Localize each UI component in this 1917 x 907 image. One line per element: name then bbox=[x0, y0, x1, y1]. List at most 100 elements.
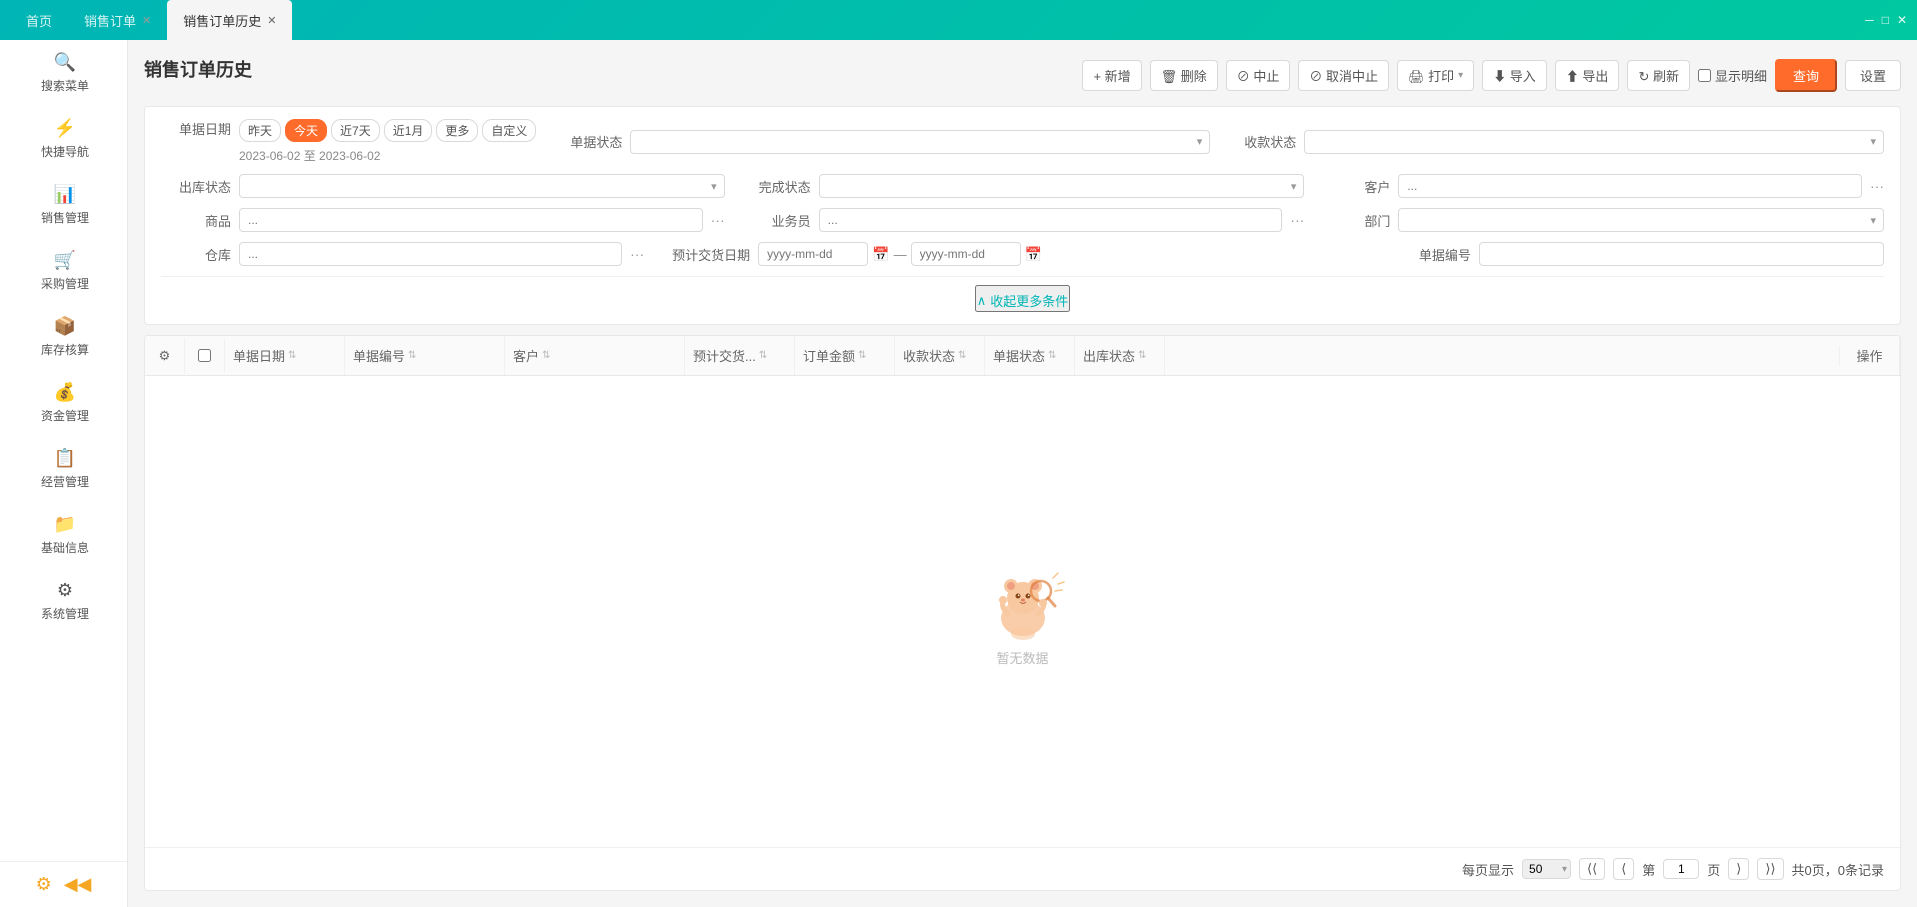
product-label: 商品 bbox=[161, 211, 231, 230]
display-toggle[interactable]: 显示明细 bbox=[1698, 66, 1767, 85]
sidebar-item-finance[interactable]: 💰 资金管理 bbox=[0, 370, 127, 436]
new-button[interactable]: + 新增 bbox=[1082, 60, 1141, 91]
th-ops: 操作 bbox=[1840, 336, 1900, 375]
warehouse-dots-btn[interactable]: ··· bbox=[630, 246, 644, 262]
date-btn-7days[interactable]: 近7天 bbox=[331, 119, 380, 142]
window-minimize[interactable]: ─ bbox=[1865, 13, 1874, 27]
th-amount[interactable]: 订单金额 ⇅ bbox=[795, 336, 895, 375]
client-sort-icon: ⇅ bbox=[542, 350, 550, 361]
sidebar-item-system[interactable]: ⚙ 系统管理 bbox=[0, 568, 127, 634]
th-receipt-status[interactable]: 收款状态 ⇅ bbox=[895, 336, 985, 375]
display-toggle-checkbox[interactable] bbox=[1698, 69, 1711, 82]
sidebar-item-sales[interactable]: 📊 销售管理 bbox=[0, 172, 127, 238]
warehouse-input[interactable] bbox=[239, 242, 622, 266]
out-status-select-wrapper bbox=[239, 174, 725, 198]
cancel-stop-button[interactable]: ⊘ 取消中止 bbox=[1298, 60, 1389, 91]
select-all-checkbox[interactable] bbox=[198, 349, 211, 362]
filter-row-2: 出库状态 完成状态 客户 bbox=[161, 174, 1884, 198]
page-size-select[interactable]: 10 20 50 100 bbox=[1522, 859, 1571, 879]
th-checkbox[interactable] bbox=[185, 339, 225, 372]
out-status-sort-icon: ⇅ bbox=[1138, 350, 1146, 361]
import-button[interactable]: ⬇ 导入 bbox=[1482, 60, 1547, 91]
product-dots-btn[interactable]: ··· bbox=[711, 212, 725, 228]
date-btn-1month[interactable]: 近1月 bbox=[384, 119, 433, 142]
customer-input[interactable] bbox=[1398, 174, 1862, 198]
date-label: 单据日期 bbox=[161, 119, 231, 138]
out-status-select[interactable] bbox=[239, 174, 725, 198]
finance-icon: 💰 bbox=[54, 382, 76, 403]
sidebar-purchase-label: 采购管理 bbox=[41, 275, 89, 292]
date-btn-more[interactable]: 更多 bbox=[436, 119, 478, 142]
window-maximize[interactable]: □ bbox=[1882, 13, 1889, 27]
prev-page-icon: ⟨ bbox=[1621, 861, 1626, 876]
sidebar-item-quick-nav[interactable]: ⚡ 快捷导航 bbox=[0, 106, 127, 172]
th-num[interactable]: 单据编号 ⇅ bbox=[345, 336, 505, 375]
receipt-status-label: 收款状态 bbox=[1226, 132, 1296, 151]
filter-row-1: 单据日期 昨天 今天 近7天 近1月 更多 自定义 2023-06-02 至 2… bbox=[161, 119, 1884, 164]
page-number-input[interactable] bbox=[1663, 859, 1699, 879]
date-sort-icon: ⇅ bbox=[288, 350, 296, 361]
th-settings[interactable]: ⚙ bbox=[145, 338, 185, 374]
page-label: 第 bbox=[1642, 860, 1655, 879]
next-page-btn[interactable]: ⟩ bbox=[1728, 858, 1749, 880]
sidebar-item-operations[interactable]: 📋 经营管理 bbox=[0, 436, 127, 502]
th-delivery[interactable]: 预计交货... ⇅ bbox=[685, 336, 795, 375]
dept-select[interactable] bbox=[1398, 208, 1884, 232]
tab-sales-order-close[interactable]: ✕ bbox=[142, 14, 151, 27]
delivery-date-to-cal[interactable]: 📅 bbox=[1025, 246, 1042, 263]
tab-home[interactable]: 首页 bbox=[10, 0, 68, 40]
window-close[interactable]: ✕ bbox=[1897, 13, 1907, 27]
product-input[interactable] bbox=[239, 208, 703, 232]
complete-status-select-wrapper bbox=[819, 174, 1305, 198]
page-suffix: 页 bbox=[1707, 860, 1720, 879]
delivery-date-from[interactable] bbox=[758, 242, 868, 266]
tab-sales-order-history[interactable]: 销售订单历史 ✕ bbox=[167, 0, 292, 40]
sidebar-base-info-label: 基础信息 bbox=[41, 539, 89, 556]
tab-sales-order-history-close[interactable]: ✕ bbox=[267, 14, 276, 27]
print-button[interactable]: 🖨 打印 ▾ bbox=[1397, 60, 1474, 91]
page-size-select-wrapper: 10 20 50 100 bbox=[1522, 859, 1571, 879]
doc-status-select[interactable] bbox=[630, 130, 1210, 154]
sales-icon: 📊 bbox=[54, 184, 76, 205]
sidebar-settings-icon[interactable]: ⚙ bbox=[36, 874, 52, 895]
date-btn-yesterday[interactable]: 昨天 bbox=[239, 119, 281, 142]
th-out-status[interactable]: 出库状态 ⇅ bbox=[1075, 336, 1165, 375]
refresh-button[interactable]: ↻ 刷新 bbox=[1627, 60, 1690, 91]
delete-button[interactable]: 🗑 删除 bbox=[1150, 60, 1218, 91]
doc-num-input[interactable] bbox=[1479, 242, 1884, 266]
th-client[interactable]: 客户 ⇅ bbox=[505, 336, 685, 375]
delivery-date-to[interactable] bbox=[911, 242, 1021, 266]
sidebar-item-base-info[interactable]: 📁 基础信息 bbox=[0, 502, 127, 568]
query-button[interactable]: 查询 bbox=[1775, 59, 1837, 92]
first-page-icon: ⟨⟨ bbox=[1587, 861, 1597, 876]
th-date[interactable]: 单据日期 ⇅ bbox=[225, 336, 345, 375]
tab-sales-order[interactable]: 销售订单 ✕ bbox=[68, 0, 167, 40]
delivery-date-from-cal[interactable]: 📅 bbox=[872, 246, 889, 263]
salesperson-dots-btn[interactable]: ··· bbox=[1290, 212, 1304, 228]
export-button[interactable]: ⬆ 导出 bbox=[1555, 60, 1620, 91]
total-text: 共0页，0条记录 bbox=[1792, 860, 1884, 879]
receipt-status-select[interactable] bbox=[1304, 130, 1884, 154]
salesperson-label: 业务员 bbox=[741, 211, 811, 230]
first-page-btn[interactable]: ⟨⟨ bbox=[1579, 858, 1605, 880]
th-doc-status[interactable]: 单据状态 ⇅ bbox=[985, 336, 1075, 375]
sidebar-audio-icon[interactable]: ◀◀ bbox=[64, 874, 92, 895]
sidebar-item-inventory[interactable]: 📦 库存核算 bbox=[0, 304, 127, 370]
th-out-status-label: 出库状态 bbox=[1083, 346, 1135, 365]
sidebar: 🔍 搜索菜单 ⚡ 快捷导航 📊 销售管理 🛒 采购管理 📦 库存核算 💰 资金管… bbox=[0, 40, 128, 907]
complete-status-select[interactable] bbox=[819, 174, 1305, 198]
collapse-button[interactable]: ∧ 收起更多条件 bbox=[975, 285, 1071, 312]
sidebar-item-search[interactable]: 🔍 搜索菜单 bbox=[0, 40, 127, 106]
delivery-sort-icon: ⇅ bbox=[759, 350, 767, 361]
stop-button[interactable]: ⊘ 中止 bbox=[1226, 60, 1291, 91]
prev-page-btn[interactable]: ⟨ bbox=[1613, 858, 1634, 880]
settings-button[interactable]: 设置 bbox=[1845, 60, 1901, 91]
last-page-btn[interactable]: ⟩⟩ bbox=[1757, 858, 1783, 880]
date-btn-today[interactable]: 今天 bbox=[285, 119, 327, 142]
delivery-date-dash: — bbox=[894, 247, 907, 262]
customer-dots-btn[interactable]: ··· bbox=[1870, 178, 1884, 194]
date-btn-custom[interactable]: 自定义 bbox=[482, 119, 536, 142]
sidebar-item-purchase[interactable]: 🛒 采购管理 bbox=[0, 238, 127, 304]
salesperson-input[interactable] bbox=[819, 208, 1283, 232]
operations-icon: 📋 bbox=[54, 448, 76, 469]
